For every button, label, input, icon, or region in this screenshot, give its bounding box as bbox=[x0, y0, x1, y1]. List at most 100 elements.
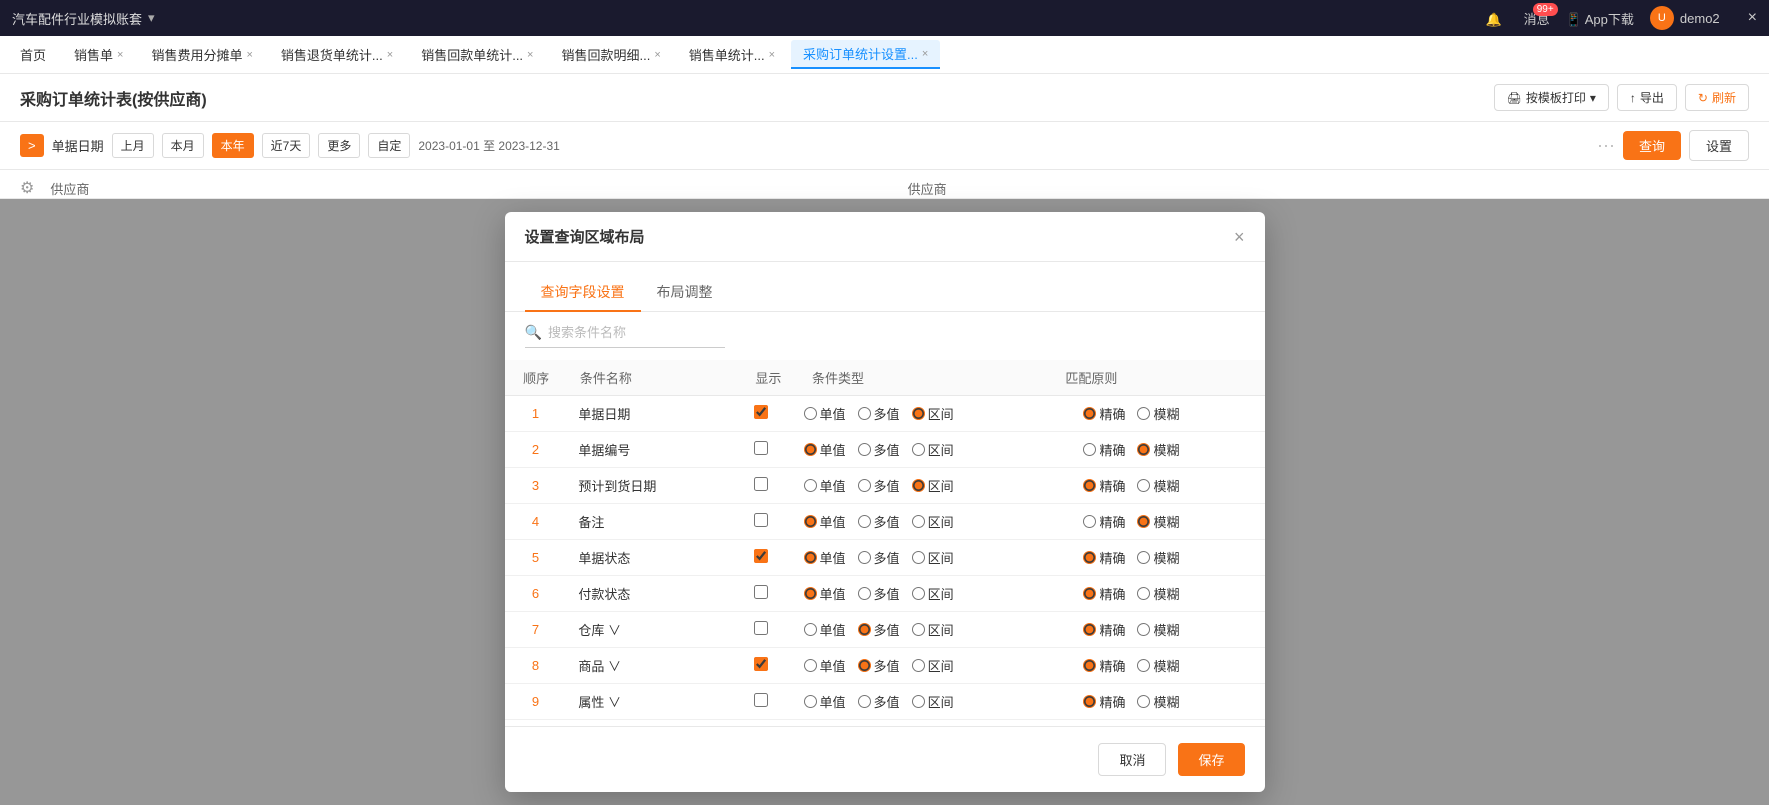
row-display-cell[interactable] bbox=[730, 720, 791, 727]
radio-type-multi[interactable]: 多值 bbox=[858, 404, 900, 423]
radio-input-type-single[interactable] bbox=[804, 659, 817, 672]
radio-input-match-exact[interactable] bbox=[1083, 407, 1096, 420]
radio-match-exact[interactable]: 精确 bbox=[1083, 692, 1125, 711]
tab-close-sales-detail[interactable]: × bbox=[654, 49, 660, 61]
radio-type-multi[interactable]: 多值 bbox=[858, 620, 900, 639]
date-btn-this-year[interactable]: 本年 bbox=[212, 133, 254, 158]
radio-match-exact[interactable]: 精确 bbox=[1083, 620, 1125, 639]
notification-area[interactable]: 🔔 99+ 消息 bbox=[1486, 9, 1550, 28]
radio-type-multi[interactable]: 多值 bbox=[858, 692, 900, 711]
filter-toggle-button[interactable]: > bbox=[20, 134, 44, 157]
row-display-cell[interactable] bbox=[730, 684, 791, 720]
radio-type-single[interactable]: 单值 bbox=[804, 476, 846, 495]
tab-sales-stat[interactable]: 销售单统计... × bbox=[677, 41, 787, 68]
radio-match-exact[interactable]: 精确 bbox=[1083, 548, 1125, 567]
row-display-cell[interactable] bbox=[730, 432, 791, 468]
radio-match-exact[interactable]: 精确 bbox=[1083, 584, 1125, 603]
radio-type-single[interactable]: 单值 bbox=[804, 620, 846, 639]
display-checkbox[interactable] bbox=[754, 549, 768, 563]
topnav-close-button[interactable]: × bbox=[1748, 9, 1757, 27]
export-button[interactable]: ↑ 导出 bbox=[1617, 84, 1677, 111]
radio-input-type-multi[interactable] bbox=[858, 551, 871, 564]
radio-type-single[interactable]: 单值 bbox=[804, 512, 846, 531]
radio-input-match-fuzzy[interactable] bbox=[1137, 407, 1150, 420]
radio-input-type-single[interactable] bbox=[804, 587, 817, 600]
radio-input-match-fuzzy[interactable] bbox=[1137, 623, 1150, 636]
table-settings-icon[interactable]: ⚙ bbox=[20, 178, 34, 198]
tab-close-purchase-stat[interactable]: × bbox=[922, 48, 928, 60]
radio-match-fuzzy[interactable]: 模糊 bbox=[1137, 476, 1179, 495]
row-display-cell[interactable] bbox=[730, 612, 791, 648]
radio-type-multi[interactable]: 多值 bbox=[858, 584, 900, 603]
radio-type-range[interactable]: 区间 bbox=[912, 620, 954, 639]
display-checkbox[interactable] bbox=[754, 621, 768, 635]
radio-input-match-fuzzy[interactable] bbox=[1137, 587, 1150, 600]
tab-sales-order[interactable]: 销售单 × bbox=[62, 41, 135, 68]
radio-match-exact[interactable]: 精确 bbox=[1083, 656, 1125, 675]
save-button[interactable]: 保存 bbox=[1178, 743, 1244, 776]
date-btn-more[interactable]: 更多 bbox=[318, 133, 360, 158]
user-avatar[interactable]: U demo2 bbox=[1650, 6, 1720, 30]
table-scroll-area[interactable]: 1单据日期单值多值区间精确模糊2单据编号单值多值区间精确模糊3预计到货日期单值多… bbox=[505, 396, 1265, 726]
tab-close-sales-stat[interactable]: × bbox=[769, 49, 775, 61]
radio-match-exact[interactable]: 精确 bbox=[1083, 440, 1125, 459]
radio-input-match-exact[interactable] bbox=[1083, 695, 1096, 708]
radio-input-match-fuzzy[interactable] bbox=[1137, 443, 1150, 456]
radio-input-type-range[interactable] bbox=[912, 659, 925, 672]
radio-input-match-fuzzy[interactable] bbox=[1137, 659, 1150, 672]
radio-input-type-multi[interactable] bbox=[858, 407, 871, 420]
radio-input-type-range[interactable] bbox=[912, 407, 925, 420]
display-checkbox[interactable] bbox=[754, 657, 768, 671]
settings-button[interactable]: 设置 bbox=[1689, 130, 1749, 161]
display-checkbox[interactable] bbox=[754, 405, 768, 419]
radio-input-type-multi[interactable] bbox=[858, 587, 871, 600]
radio-match-fuzzy[interactable]: 模糊 bbox=[1137, 584, 1179, 603]
tab-purchase-stat[interactable]: 采购订单统计设置... × bbox=[791, 40, 940, 69]
radio-input-type-multi[interactable] bbox=[858, 443, 871, 456]
print-button[interactable]: 🖨 按模板打印 ▾ bbox=[1494, 84, 1609, 111]
filter-dots-btn[interactable]: ··· bbox=[1597, 135, 1615, 156]
date-btn-custom[interactable]: 自定 bbox=[368, 133, 410, 158]
radio-input-type-range[interactable] bbox=[912, 551, 925, 564]
row-display-cell[interactable] bbox=[730, 396, 791, 432]
radio-input-type-multi[interactable] bbox=[858, 623, 871, 636]
tab-home[interactable]: 首页 bbox=[8, 41, 58, 68]
radio-type-multi[interactable]: 多值 bbox=[858, 476, 900, 495]
radio-input-type-range[interactable] bbox=[912, 515, 925, 528]
radio-type-range[interactable]: 区间 bbox=[912, 692, 954, 711]
refresh-button[interactable]: ↻ 刷新 bbox=[1685, 84, 1749, 111]
radio-type-range[interactable]: 区间 bbox=[912, 476, 954, 495]
radio-match-fuzzy[interactable]: 模糊 bbox=[1137, 656, 1179, 675]
tab-close-sales-payment[interactable]: × bbox=[527, 49, 533, 61]
radio-input-type-multi[interactable] bbox=[858, 659, 871, 672]
radio-type-single[interactable]: 单值 bbox=[804, 656, 846, 675]
radio-input-type-multi[interactable] bbox=[858, 479, 871, 492]
tab-close-sales-return[interactable]: × bbox=[387, 49, 393, 61]
tab-close-sales-expense[interactable]: × bbox=[246, 49, 252, 61]
radio-match-fuzzy[interactable]: 模糊 bbox=[1137, 440, 1179, 459]
radio-input-match-fuzzy[interactable] bbox=[1137, 515, 1150, 528]
radio-match-exact[interactable]: 精确 bbox=[1083, 512, 1125, 531]
tab-sales-expense[interactable]: 销售费用分摊单 × bbox=[139, 41, 264, 68]
radio-input-match-exact[interactable] bbox=[1083, 659, 1096, 672]
radio-type-single[interactable]: 单值 bbox=[804, 404, 846, 423]
tab-sales-payment[interactable]: 销售回款单统计... × bbox=[409, 41, 545, 68]
radio-input-type-single[interactable] bbox=[804, 551, 817, 564]
radio-input-type-multi[interactable] bbox=[858, 695, 871, 708]
display-checkbox[interactable] bbox=[754, 585, 768, 599]
radio-input-type-single[interactable] bbox=[804, 407, 817, 420]
condition-search-input[interactable] bbox=[548, 325, 708, 340]
radio-input-type-single[interactable] bbox=[804, 623, 817, 636]
radio-match-fuzzy[interactable]: 模糊 bbox=[1137, 620, 1179, 639]
radio-input-type-range[interactable] bbox=[912, 587, 925, 600]
radio-match-exact[interactable]: 精确 bbox=[1083, 476, 1125, 495]
radio-type-multi[interactable]: 多值 bbox=[858, 656, 900, 675]
radio-match-fuzzy[interactable]: 模糊 bbox=[1137, 512, 1179, 531]
radio-input-type-single[interactable] bbox=[804, 695, 817, 708]
radio-input-type-single[interactable] bbox=[804, 479, 817, 492]
dialog-tab-layout[interactable]: 布局调整 bbox=[641, 274, 729, 312]
radio-match-fuzzy[interactable]: 模糊 bbox=[1137, 692, 1179, 711]
radio-input-match-fuzzy[interactable] bbox=[1137, 479, 1150, 492]
radio-input-type-range[interactable] bbox=[912, 623, 925, 636]
radio-type-single[interactable]: 单值 bbox=[804, 548, 846, 567]
